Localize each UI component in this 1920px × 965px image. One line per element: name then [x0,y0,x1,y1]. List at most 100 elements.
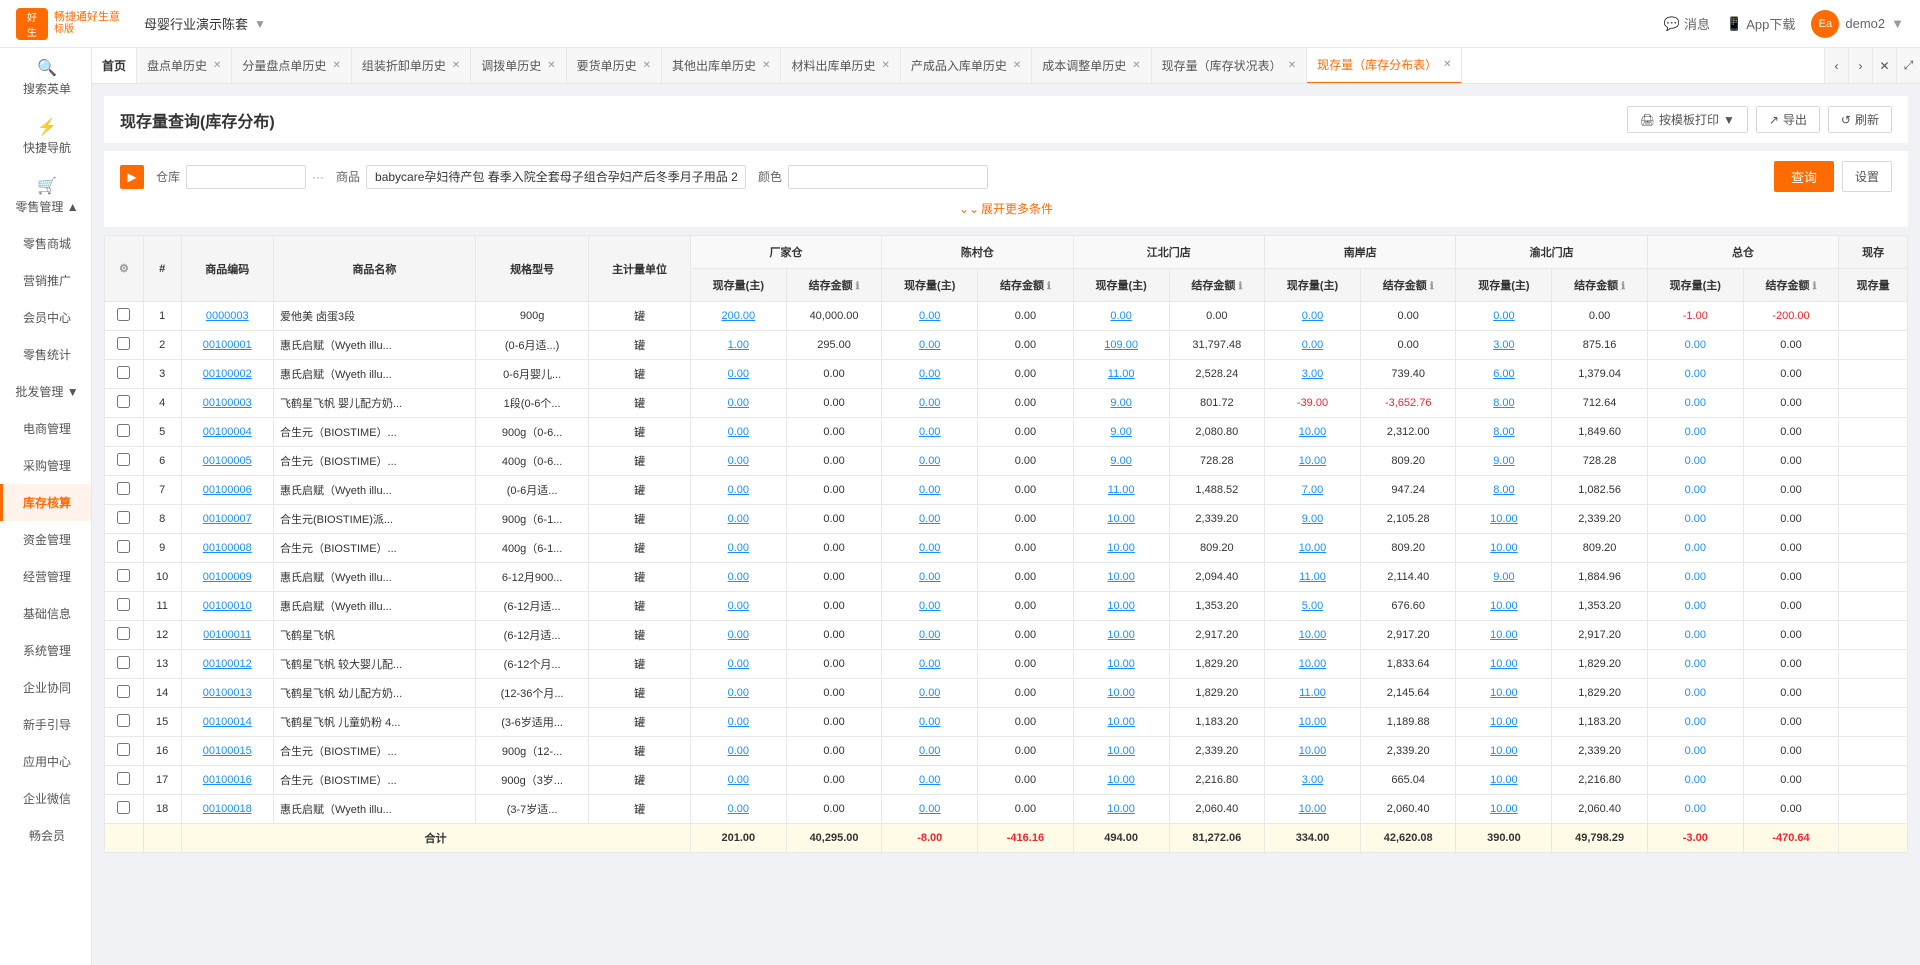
close-icon[interactable]: ✕ [1288,60,1296,71]
sidebar-item-purchase[interactable]: 采购管理 [0,447,91,484]
row-checkbox[interactable] [105,766,144,795]
tab-assembly[interactable]: 组装折卸单历史 ✕ [352,48,471,84]
close-icon[interactable]: ✕ [762,60,770,71]
expand-conditions-btn[interactable]: ⌄⌄ 展开更多条件 [959,200,1053,217]
row-chengang-stock[interactable]: 0.00 [882,505,978,534]
row-total-stock[interactable]: 0.00 [1647,505,1743,534]
row-nanan-stock[interactable]: 10.00 [1265,447,1361,476]
row-total-stock[interactable]: 0.00 [1647,563,1743,592]
row-chengang-stock[interactable]: 0.00 [882,708,978,737]
row-total-stock[interactable]: 0.00 [1647,534,1743,563]
row-jiangbei-stock[interactable]: 10.00 [1073,708,1169,737]
sidebar-item-vip[interactable]: 畅会员 [0,817,91,854]
row-total-stock[interactable]: 0.00 [1647,737,1743,766]
row-factory-stock[interactable]: 200.00 [690,302,786,331]
sidebar-item-basic-info[interactable]: 基础信息 [0,595,91,632]
export-button[interactable]: ↗ 导出 [1756,106,1820,133]
sidebar-item-retail-stats[interactable]: 零售统计 [0,336,91,373]
sidebar-item-operations[interactable]: 经营管理 [0,558,91,595]
info-icon[interactable]: ℹ [1621,281,1625,292]
row-checkbox[interactable] [105,708,144,737]
tab-stock-status[interactable]: 现存量（库存状况表） ✕ [1152,48,1307,84]
row-jiangbei-stock[interactable]: 10.00 [1073,679,1169,708]
info-icon[interactable]: ℹ [856,281,860,292]
row-total-stock[interactable]: 0.00 [1647,679,1743,708]
row-chengang-stock[interactable]: 0.00 [882,447,978,476]
info-icon[interactable]: ℹ [1813,281,1817,292]
row-total-stock[interactable]: 0.00 [1647,650,1743,679]
sidebar-item-marketing[interactable]: 营销推广 [0,262,91,299]
tab-next-btn[interactable]: › [1848,48,1872,84]
row-jiangbei-stock[interactable]: 10.00 [1073,563,1169,592]
close-icon[interactable]: ✕ [547,60,555,71]
row-yubei-stock[interactable]: 8.00 [1456,418,1552,447]
row-factory-stock[interactable]: 0.00 [690,708,786,737]
row-checkbox[interactable] [105,621,144,650]
user-menu[interactable]: Ea demo2 ▼ [1811,10,1904,38]
row-nanan-stock[interactable]: 10.00 [1265,534,1361,563]
row-factory-stock[interactable]: 0.00 [690,679,786,708]
info-icon[interactable]: ℹ [1047,281,1051,292]
row-factory-stock[interactable]: 0.00 [690,534,786,563]
collapse-arrow[interactable]: ▶ [120,165,144,189]
row-jiangbei-stock[interactable]: 9.00 [1073,389,1169,418]
row-yubei-stock[interactable]: 6.00 [1456,360,1552,389]
row-checkbox[interactable] [105,447,144,476]
close-icon[interactable]: ✕ [881,60,889,71]
row-jiangbei-stock[interactable]: 109.00 [1073,331,1169,360]
tab-product-in[interactable]: 产成品入库单历史 ✕ [901,48,1032,84]
row-nanan-stock[interactable]: 0.00 [1265,302,1361,331]
row-checkbox[interactable] [105,592,144,621]
row-chengang-stock[interactable]: 0.00 [882,737,978,766]
close-icon[interactable]: ✕ [332,60,340,71]
row-yubei-stock[interactable]: 10.00 [1456,737,1552,766]
close-icon[interactable]: ✕ [1443,59,1451,70]
row-yubei-stock[interactable]: 9.00 [1456,447,1552,476]
row-nanan-stock[interactable]: 9.00 [1265,505,1361,534]
info-icon[interactable]: ℹ [1238,281,1242,292]
warehouse-input[interactable] [186,165,306,189]
row-chengang-stock[interactable]: 0.00 [882,418,978,447]
tab-close-btn[interactable]: ✕ [1872,48,1896,84]
row-total-stock[interactable]: 0.00 [1647,795,1743,824]
row-factory-stock[interactable]: 0.00 [690,418,786,447]
row-jiangbei-stock[interactable]: 9.00 [1073,418,1169,447]
settings-button[interactable]: 设置 [1842,161,1892,192]
row-checkbox[interactable] [105,389,144,418]
row-jiangbei-stock[interactable]: 10.00 [1073,621,1169,650]
row-nanan-stock[interactable]: -39.00 [1265,389,1361,418]
row-chengang-stock[interactable]: 0.00 [882,621,978,650]
settings-icon[interactable]: ⚙ [119,263,129,275]
tab-partial-stock[interactable]: 分量盘点单历史 ✕ [232,48,351,84]
row-chengang-stock[interactable]: 0.00 [882,360,978,389]
sidebar-item-member[interactable]: 会员中心 [0,299,91,336]
col-settings-header[interactable]: ⚙ [105,236,144,302]
tab-stock-history[interactable]: 盘点单历史 ✕ [137,48,232,84]
row-jiangbei-stock[interactable]: 10.00 [1073,505,1169,534]
row-nanan-stock[interactable]: 7.00 [1265,476,1361,505]
print-button[interactable]: 🖨 按模板打印 ▼ [1627,106,1748,133]
row-checkbox[interactable] [105,476,144,505]
message-btn[interactable]: 💬 消息 [1664,14,1710,33]
row-total-stock[interactable]: 0.00 [1647,360,1743,389]
row-chengang-stock[interactable]: 0.00 [882,389,978,418]
tab-order-history[interactable]: 要货单历史 ✕ [567,48,662,84]
sidebar-item-quick-nav[interactable]: ⚡ 快捷导航 [0,107,91,166]
tab-cost-adjust[interactable]: 成本调整单历史 ✕ [1032,48,1151,84]
row-nanan-stock[interactable]: 11.00 [1265,679,1361,708]
row-chengang-stock[interactable]: 0.00 [882,650,978,679]
close-icon[interactable]: ✕ [1013,60,1021,71]
row-checkbox[interactable] [105,737,144,766]
tab-prev-btn[interactable]: ‹ [1824,48,1848,84]
close-icon[interactable]: ✕ [1132,60,1140,71]
row-jiangbei-stock[interactable]: 10.00 [1073,592,1169,621]
row-total-stock[interactable]: -1.00 [1647,302,1743,331]
sidebar-item-inventory[interactable]: 库存核算 [0,484,91,521]
row-chengang-stock[interactable]: 0.00 [882,766,978,795]
row-jiangbei-stock[interactable]: 10.00 [1073,737,1169,766]
row-checkbox[interactable] [105,650,144,679]
tab-material-out[interactable]: 材料出库单历史 ✕ [781,48,900,84]
sidebar-item-ecommerce[interactable]: 电商管理 [0,410,91,447]
row-chengang-stock[interactable]: 0.00 [882,592,978,621]
row-yubei-stock[interactable]: 10.00 [1456,766,1552,795]
